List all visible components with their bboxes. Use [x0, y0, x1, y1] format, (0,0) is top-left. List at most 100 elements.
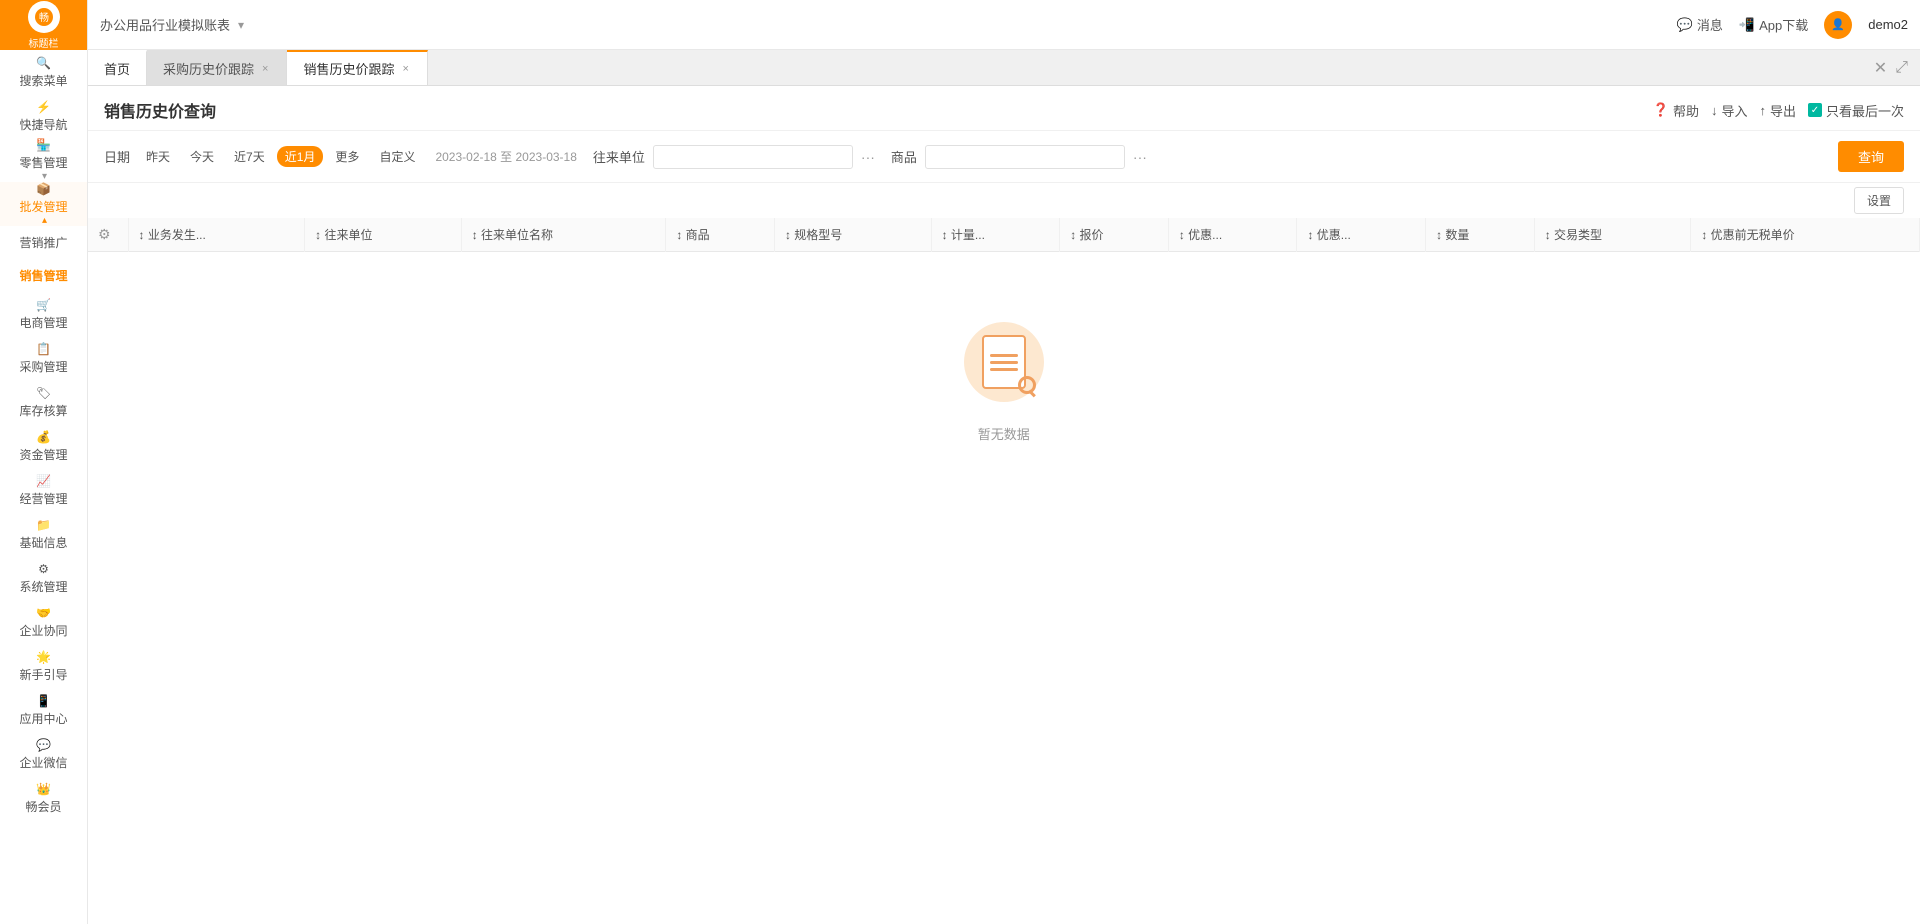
- import-icon: ↓: [1711, 103, 1718, 118]
- avatar-image: 👤: [1831, 18, 1845, 31]
- date-btn-7days[interactable]: 近7天: [226, 146, 273, 167]
- export-label: 导出: [1770, 101, 1796, 120]
- tab-sales-history-close-icon[interactable]: ×: [400, 61, 410, 77]
- partner-filter-label: 往来单位: [593, 147, 645, 166]
- sidebar-item-retail-mgmt[interactable]: 🏪 零售管理 ▾: [0, 138, 87, 182]
- sidebar-item-collab-label: 企业协同: [19, 622, 67, 639]
- empty-state: 暂无数据: [88, 252, 1920, 503]
- topbar-right: 💬 消息 📲 App下载 👤 demo2: [1677, 11, 1908, 39]
- sidebar-item-sales-mgmt[interactable]: 销售管理: [0, 259, 87, 292]
- partner-dots-icon[interactable]: ···: [861, 149, 875, 165]
- sidebar-item-member-label: 畅会员: [25, 798, 61, 815]
- sidebar-item-retail-label: 零售管理: [19, 154, 67, 171]
- sidebar-item-app-center[interactable]: 📱 应用中心: [0, 688, 87, 732]
- finance-icon: 💰: [36, 430, 51, 444]
- sidebar-item-guide-label: 新手引导: [19, 666, 67, 683]
- th-partner-code[interactable]: ↕ 往来单位: [305, 218, 462, 252]
- sidebar-item-member[interactable]: 👑 畅会员: [0, 776, 87, 820]
- help-button[interactable]: ❓ 帮助: [1653, 101, 1699, 120]
- sidebar-item-search-menu[interactable]: 🔍 搜索菜单: [0, 50, 87, 94]
- date-btn-more[interactable]: 更多: [327, 146, 367, 167]
- app-download-icon: 📲: [1739, 17, 1755, 33]
- app-logo[interactable]: 畅 标题栏: [0, 0, 87, 50]
- query-button[interactable]: 查询: [1838, 141, 1904, 172]
- sidebar-item-sys-mgmt[interactable]: ⚙ 系统管理: [0, 556, 87, 600]
- topbar-dropdown-icon[interactable]: ▾: [238, 18, 244, 32]
- sidebar-item-wholesale-mgmt[interactable]: 📦 批发管理 ▴: [0, 182, 87, 226]
- partner-input[interactable]: [653, 145, 853, 169]
- quick-nav-icon: ⚡: [36, 100, 51, 114]
- sidebar-item-ecom-mgmt[interactable]: 🛒 电商管理: [0, 292, 87, 336]
- guide-icon: 🌟: [36, 650, 51, 664]
- topbar-title: 办公用品行业模拟账表: [100, 15, 230, 34]
- sidebar-item-sys-label: 系统管理: [19, 578, 67, 595]
- sidebar-item-basic-info[interactable]: 📁 基础信息: [0, 512, 87, 556]
- th-biz-date[interactable]: ↕ 业务发生...: [128, 218, 305, 252]
- date-btn-custom[interactable]: 自定义: [371, 146, 423, 167]
- th-qty[interactable]: ↕ 数量: [1426, 218, 1535, 252]
- only-last-checkbox-label[interactable]: 只看最后一次: [1808, 101, 1904, 120]
- th-discount2[interactable]: ↕ 优惠...: [1297, 218, 1426, 252]
- th-partner-name[interactable]: ↕ 往来单位名称: [461, 218, 666, 252]
- sidebar-item-marketing[interactable]: 营销推广: [0, 226, 87, 259]
- window-close-button[interactable]: ✕: [1874, 58, 1887, 78]
- th-biz-date-label: ↕ 业务发生...: [139, 226, 206, 243]
- sidebar-item-finance-mgmt[interactable]: 💰 资金管理: [0, 424, 87, 468]
- window-maximize-button[interactable]: ⤢: [1895, 59, 1908, 77]
- th-goods[interactable]: ↕ 商品: [666, 218, 775, 252]
- empty-text: 暂无数据: [978, 424, 1030, 443]
- th-unit[interactable]: ↕ 计量...: [931, 218, 1060, 252]
- sidebar-item-enterprise-wechat[interactable]: 💬 企业微信: [0, 732, 87, 776]
- only-last-checkbox[interactable]: [1808, 103, 1822, 117]
- th-discount1[interactable]: ↕ 优惠...: [1168, 218, 1297, 252]
- settings-row: 设置: [88, 183, 1920, 218]
- sidebar-item-ops-mgmt[interactable]: 📈 经营管理: [0, 468, 87, 512]
- column-settings-icon[interactable]: ⚙: [98, 226, 111, 242]
- sidebar-item-basic-info-label: 基础信息: [19, 534, 67, 551]
- sidebar-item-inventory-label: 库存核算: [19, 402, 67, 419]
- sidebar-item-newbie-guide[interactable]: 🌟 新手引导: [0, 644, 87, 688]
- goods-dots-icon[interactable]: ···: [1133, 149, 1147, 165]
- th-pretax-price[interactable]: ↕ 优惠前无税单价: [1691, 218, 1920, 252]
- date-btn-today[interactable]: 今天: [182, 146, 222, 167]
- empty-doc-line-1: [990, 354, 1018, 357]
- date-range-display: 2023-02-18 至 2023-03-18: [435, 148, 576, 165]
- user-avatar[interactable]: 👤: [1824, 11, 1852, 39]
- logo-text: 标题栏: [29, 35, 59, 50]
- sidebar-item-quick-nav[interactable]: ⚡ 快捷导航: [0, 94, 87, 138]
- date-filter-group: 日期 昨天 今天 近7天 近1月 更多 自定义 2023-02-18 至 202…: [104, 146, 577, 167]
- svg-text:畅: 畅: [39, 11, 49, 24]
- date-filter-label: 日期: [104, 147, 130, 166]
- data-table: ⚙ ↕ 业务发生... ↕ 往来单位: [88, 218, 1920, 503]
- member-icon: 👑: [36, 782, 51, 796]
- import-button[interactable]: ↓ 导入: [1711, 101, 1748, 120]
- sidebar-item-finance-label: 资金管理: [19, 446, 67, 463]
- sidebar-item-inventory[interactable]: 🏷 库存核算: [0, 380, 87, 424]
- app-download-button[interactable]: 📲 App下载: [1739, 15, 1808, 34]
- th-unit-label: ↕ 计量...: [942, 226, 985, 243]
- settings-button[interactable]: 设置: [1854, 187, 1904, 214]
- th-trade-type[interactable]: ↕ 交易类型: [1534, 218, 1691, 252]
- tab-sales-history[interactable]: 销售历史价跟踪 ×: [287, 50, 427, 85]
- message-button[interactable]: 💬 消息: [1677, 15, 1723, 34]
- goods-input[interactable]: [925, 145, 1125, 169]
- date-btn-yesterday[interactable]: 昨天: [138, 146, 178, 167]
- th-partner-name-label: ↕ 往来单位名称: [472, 226, 553, 243]
- th-goods-label: ↕ 商品: [676, 226, 709, 243]
- export-button[interactable]: ↑ 导出: [1759, 101, 1796, 120]
- table-header: ⚙ ↕ 业务发生... ↕ 往来单位: [88, 218, 1920, 252]
- message-icon: 💬: [1677, 17, 1693, 33]
- th-quote[interactable]: ↕ 报价: [1060, 218, 1169, 252]
- date-btn-1month[interactable]: 近1月: [277, 146, 324, 167]
- filter-bar: 日期 昨天 今天 近7天 近1月 更多 自定义 2023-02-18 至 202…: [88, 131, 1920, 183]
- th-spec[interactable]: ↕ 规格型号: [774, 218, 931, 252]
- empty-doc-line-3: [990, 368, 1018, 371]
- sidebar-item-purchase-mgmt[interactable]: 📋 采购管理: [0, 336, 87, 380]
- basic-info-icon: 📁: [36, 518, 51, 532]
- tab-purchase-history[interactable]: 采购历史价跟踪 ×: [147, 50, 287, 85]
- tab-purchase-history-close-icon[interactable]: ×: [260, 61, 270, 77]
- sidebar-item-enterprise-collab[interactable]: 🤝 企业协同: [0, 600, 87, 644]
- th-trade-type-label: ↕ 交易类型: [1545, 226, 1602, 243]
- tab-home[interactable]: 首页: [88, 50, 147, 85]
- empty-magnify-icon: [1018, 376, 1046, 404]
